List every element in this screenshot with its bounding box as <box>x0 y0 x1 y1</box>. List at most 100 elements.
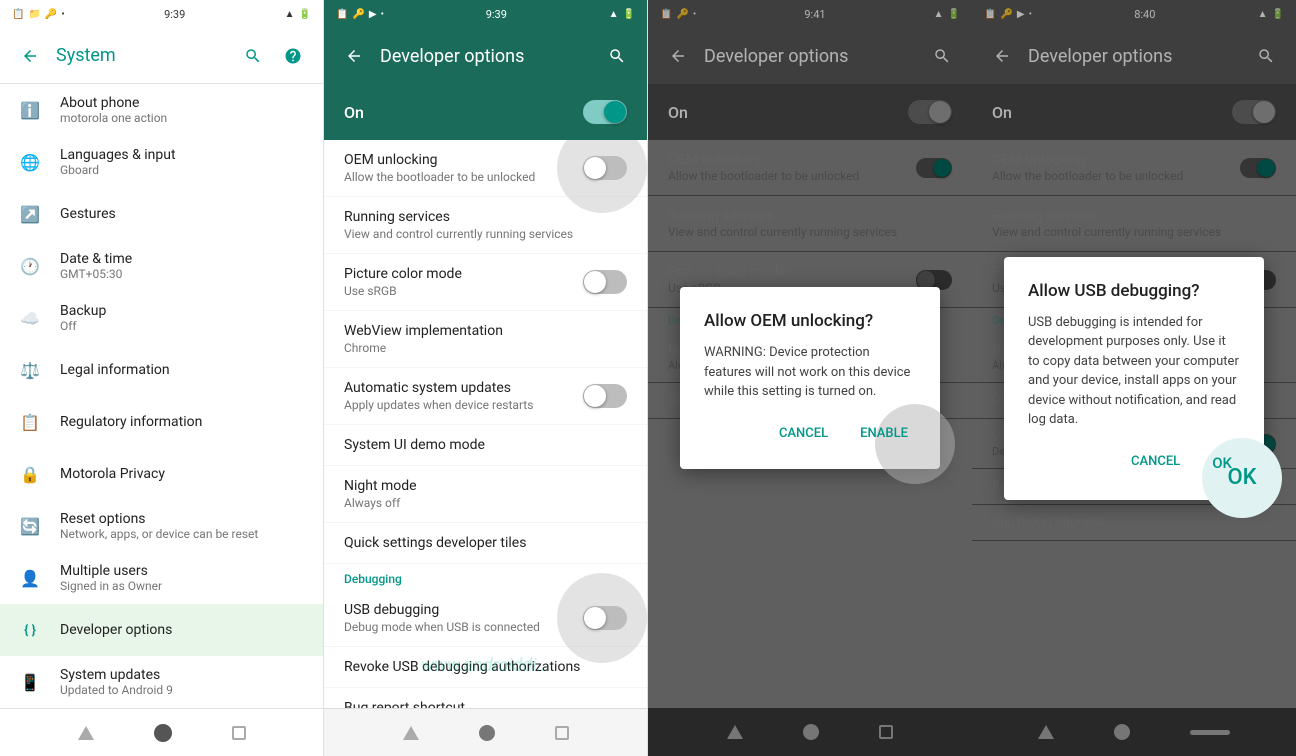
running-subtitle: View and control currently running servi… <box>344 227 627 241</box>
usb-dialog-actions: Cancel OK <box>1028 450 1240 476</box>
oem-dialog-body: WARNING: Device protection features will… <box>704 343 916 402</box>
revoke-title: Revoke USB debugging authorizations <box>344 659 627 675</box>
backup-icon: ☁️ <box>16 304 44 332</box>
usb-title: USB debugging <box>344 602 583 618</box>
usb-dialog-overlay: Allow USB debugging? USB debugging is in… <box>972 0 1296 756</box>
sidebar-item-datetime[interactable]: 🕐 Date & time GMT+05:30 <box>0 240 323 292</box>
home-nav-left[interactable] <box>154 724 172 742</box>
usb-toggle[interactable] <box>583 606 627 630</box>
usb-dialog: Allow USB debugging? USB debugging is in… <box>1004 257 1264 500</box>
sidebar-item-privacy[interactable]: 🔒 Motorola Privacy <box>0 448 323 500</box>
developer-title: Developer options <box>60 622 172 638</box>
picture-toggle[interactable] <box>583 270 627 294</box>
sidebar-item-users[interactable]: 👤 Multiple users Signed in as Owner <box>0 552 323 604</box>
webview-title: WebView implementation <box>344 323 627 339</box>
setting-webview[interactable]: WebView implementation Chrome <box>324 311 647 368</box>
oem-cancel-btn[interactable]: Cancel <box>771 422 836 445</box>
setting-auto-updates[interactable]: Automatic system updates Apply updates w… <box>324 368 647 425</box>
picture-toggle-circle <box>584 271 606 293</box>
usb-cancel-btn[interactable]: Cancel <box>1123 450 1188 476</box>
developer-settings-list: OEM unlocking Allow the bootloader to be… <box>324 140 647 708</box>
datetime-icon: 🕐 <box>16 252 44 280</box>
setting-night-mode[interactable]: Night mode Always off <box>324 466 647 523</box>
datetime-subtitle: GMT+05:30 <box>60 267 132 281</box>
search-button-system[interactable] <box>239 42 267 70</box>
setting-quick-tiles[interactable]: Quick settings developer tiles <box>324 523 647 564</box>
setting-usb-debug[interactable]: USB debugging Debug mode when USB is con… <box>324 590 647 647</box>
usb-dialog-body: USB debugging is intended for developmen… <box>1028 313 1240 430</box>
usb-dialog-title: Allow USB debugging? <box>1028 281 1240 301</box>
usb-ok-btn[interactable]: OK <box>1204 450 1240 476</box>
setting-bug-report[interactable]: Bug report shortcut <box>324 688 647 708</box>
setting-picture-color[interactable]: Picture color mode Use sRGB <box>324 254 647 311</box>
oem-title: OEM unlocking <box>344 152 583 168</box>
languages-title: Languages & input <box>60 147 176 163</box>
sidebar-item-reset[interactable]: 🔄 Reset options Network, apps, or device… <box>0 500 323 552</box>
backup-title: Backup <box>60 303 106 319</box>
usb-subtitle: Debug mode when USB is connected <box>344 620 583 634</box>
autoupdate-subtitle: Apply updates when device restarts <box>344 398 583 412</box>
top-bar-system: System <box>0 28 323 84</box>
setting-oem-unlocking[interactable]: OEM unlocking Allow the bootloader to be… <box>324 140 647 197</box>
developer-toggle[interactable] <box>583 100 627 124</box>
users-title: Multiple users <box>60 563 162 579</box>
back-button-system[interactable] <box>16 42 44 70</box>
gestures-title: Gestures <box>60 206 116 222</box>
users-icon: 👤 <box>16 564 44 592</box>
sidebar-item-legal[interactable]: ⚖️ Legal information <box>0 344 323 396</box>
help-button-system[interactable] <box>279 42 307 70</box>
gestures-icon: ↗️ <box>16 200 44 228</box>
sidebar-item-regulatory[interactable]: 📋 Regulatory information <box>0 396 323 448</box>
panel-usb-dialog: 📋 🔑 ▶ • 8:40 ▲ 🔋 Developer options On O <box>972 0 1296 756</box>
languages-icon: 🌐 <box>16 148 44 176</box>
setting-demo-mode[interactable]: System UI demo mode <box>324 425 647 466</box>
oem-toggle[interactable] <box>583 156 627 180</box>
oem-dialog-actions: Cancel Enable <box>704 422 916 445</box>
quicktiles-title: Quick settings developer tiles <box>344 535 627 551</box>
autoupdate-title: Automatic system updates <box>344 380 583 396</box>
webview-subtitle: Chrome <box>344 341 627 355</box>
back-nav-left[interactable] <box>78 726 94 740</box>
sidebar-item-about-phone[interactable]: ℹ️ About phone motorola one action <box>0 84 323 136</box>
recents-nav-left[interactable] <box>232 726 246 740</box>
back-nav-middle[interactable] <box>403 726 419 740</box>
status-time-middle: 9:39 <box>486 8 507 21</box>
legal-icon: ⚖️ <box>16 356 44 384</box>
right-status-icons-left: ▲ 🔋 <box>285 9 311 20</box>
panel-developer-options: 📋 🔑 ▶ • 9:39 ▲ 🔋 Developer options On <box>324 0 648 756</box>
privacy-title: Motorola Privacy <box>60 466 165 482</box>
back-button-dev[interactable] <box>340 42 368 70</box>
search-button-dev[interactable] <box>603 42 631 70</box>
status-bar-left: 📋 📁 🔑 • 9:39 ▲ 🔋 <box>0 0 323 28</box>
nav-bar-middle <box>324 708 647 756</box>
reset-subtitle: Network, apps, or device can be reset <box>60 527 258 541</box>
sidebar-item-developer[interactable]: { } Developer options <box>0 604 323 656</box>
legal-title: Legal information <box>60 362 170 378</box>
datetime-title: Date & time <box>60 251 132 267</box>
night-subtitle: Always off <box>344 496 627 510</box>
autoupdate-toggle-circle <box>584 385 606 407</box>
sidebar-item-system-updates[interactable]: 📱 System updates Updated to Android 9 <box>0 656 323 708</box>
about-subtitle: motorola one action <box>60 111 167 125</box>
toggle-circle <box>604 101 626 123</box>
home-nav-middle[interactable] <box>479 725 495 741</box>
on-label: On <box>344 103 583 122</box>
reset-icon: 🔄 <box>16 512 44 540</box>
left-status-icons: 📋 📁 🔑 • <box>12 9 65 20</box>
updates-title: System updates <box>60 667 173 683</box>
running-title: Running services <box>344 209 627 225</box>
autoupdate-toggle[interactable] <box>583 384 627 408</box>
recents-nav-middle[interactable] <box>555 726 569 740</box>
sidebar-item-languages[interactable]: 🌐 Languages & input Gboard <box>0 136 323 188</box>
sidebar-list: ℹ️ About phone motorola one action 🌐 Lan… <box>0 84 323 708</box>
on-toggle-bar[interactable]: On <box>324 84 647 140</box>
usb-toggle-circle <box>584 607 606 629</box>
page-title-dev: Developer options <box>380 46 591 67</box>
sidebar-item-gestures[interactable]: ↗️ Gestures <box>0 188 323 240</box>
oem-enable-btn[interactable]: Enable <box>852 422 916 445</box>
status-bar-middle: 📋 🔑 ▶ • 9:39 ▲ 🔋 <box>324 0 647 28</box>
picture-title: Picture color mode <box>344 266 583 282</box>
sidebar-item-backup[interactable]: ☁️ Backup Off <box>0 292 323 344</box>
regulatory-title: Regulatory information <box>60 414 202 430</box>
about-icon: ℹ️ <box>16 96 44 124</box>
